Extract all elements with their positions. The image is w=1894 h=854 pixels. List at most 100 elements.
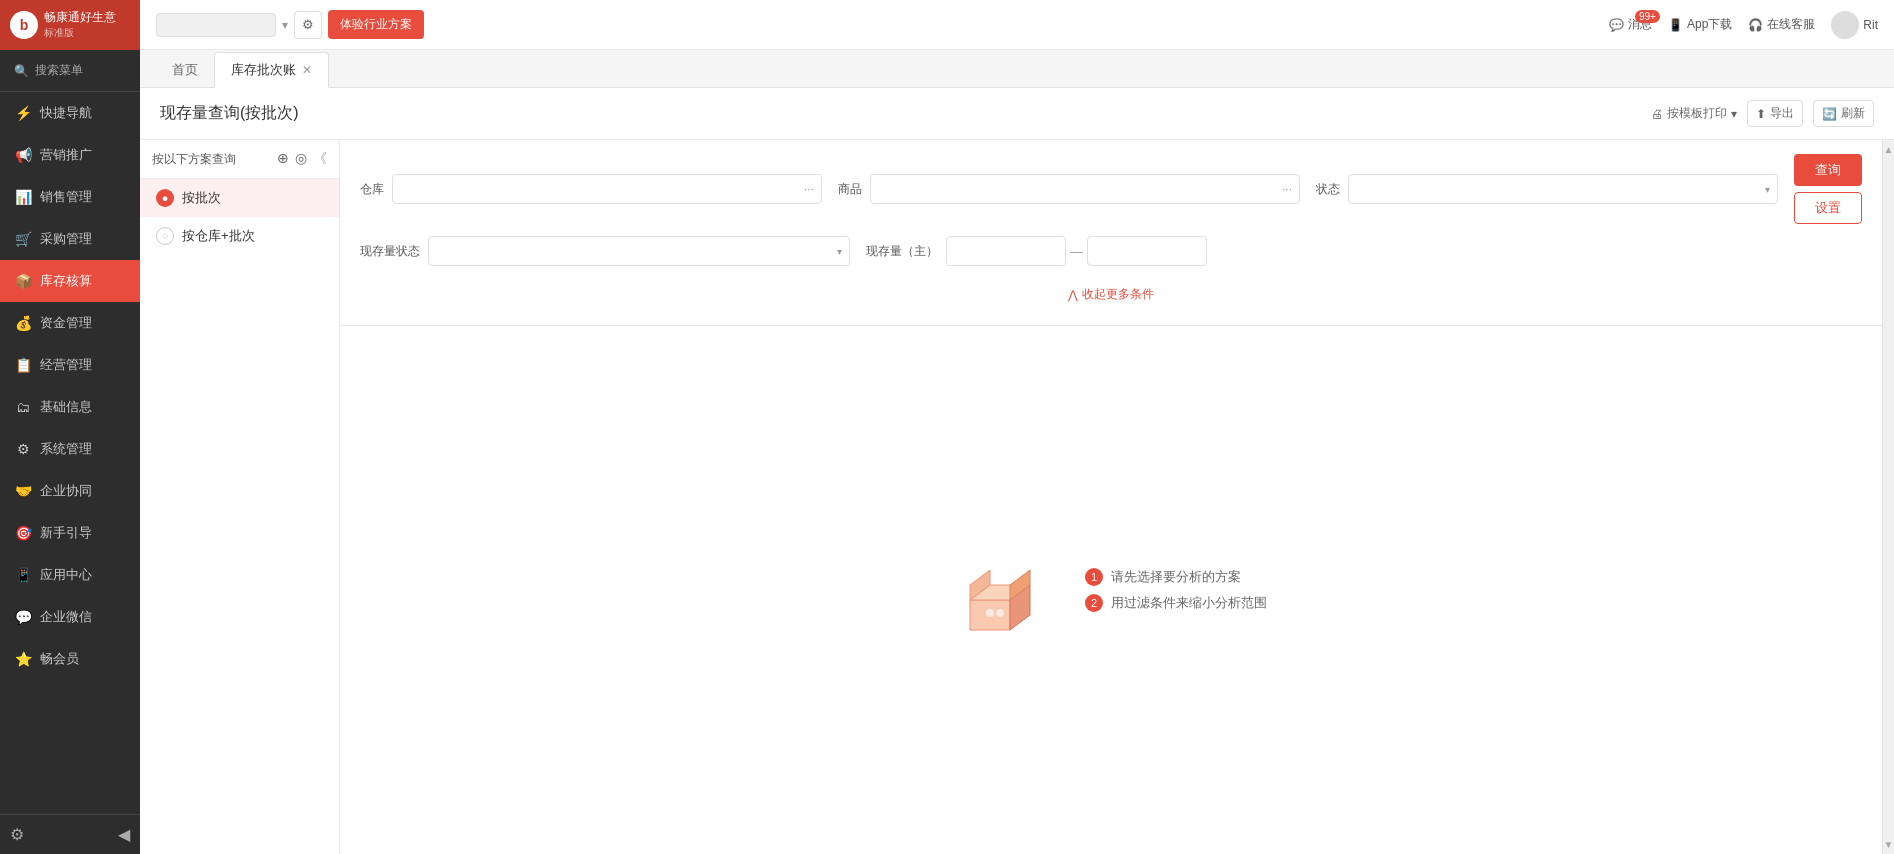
collapse-label: 收起更多条件 [1082, 286, 1154, 303]
sidebar-item-system[interactable]: ⚙ 系统管理 [0, 428, 140, 470]
add-scheme-icon[interactable]: ⊕ [277, 150, 289, 168]
collapse-up-icon: ⋀ [1068, 288, 1078, 302]
filter-area: 仓库 ··· 商品 ··· 状态 [340, 140, 1882, 326]
status-label: 状态 [1316, 181, 1340, 198]
right-scrollbar: ▲ ▼ [1882, 140, 1894, 854]
export-label: 导出 [1770, 105, 1794, 122]
scheme-batch-label: 按批次 [182, 189, 221, 207]
scheme-warehouse-batch[interactable]: ○ 按仓库+批次 [140, 217, 339, 255]
menu-label-guide: 新手引导 [40, 524, 92, 542]
gear-button[interactable]: ⚙ [294, 11, 322, 39]
breadcrumb-arrow-icon: ▾ [282, 18, 288, 32]
sidebar-menu: ⚡ 快捷导航 📢 营销推广 📊 销售管理 🛒 采购管理 📦 库存核算 💰 资金管… [0, 92, 140, 814]
scheme-warehouse-batch-icon: ○ [156, 227, 174, 245]
tip-text-2: 用过滤条件来缩小分析范围 [1111, 594, 1267, 612]
menu-label-sales: 销售管理 [40, 188, 92, 206]
tip-text-1: 请先选择要分析的方案 [1111, 568, 1241, 586]
product-more-icon[interactable]: ··· [1282, 182, 1292, 196]
settings-icon[interactable]: ⚙ [10, 825, 24, 844]
tab-home[interactable]: 首页 [156, 53, 214, 87]
menu-label-inventory: 库存核算 [40, 272, 92, 290]
status-dropdown-arrow-icon: ▾ [1765, 184, 1770, 195]
action-buttons: 查询 设置 [1794, 154, 1862, 224]
sidebar: b 畅康通好生意 标准版 🔍 搜索菜单 ⚡ 快捷导航 📢 营销推广 📊 销售管理… [0, 0, 140, 854]
inventory-status-dropdown-wrap: ▾ [428, 236, 850, 266]
query-btn[interactable]: 查询 [1794, 154, 1862, 186]
collapse-more-btn[interactable]: ⋀ 收起更多条件 [360, 278, 1862, 311]
scheme-batch[interactable]: ● 按批次 [140, 179, 339, 217]
sidebar-item-purchase[interactable]: 🛒 采购管理 [0, 218, 140, 260]
inventory-quantity-min-input[interactable] [946, 236, 1066, 266]
inventory-quantity-group: 现存量（主） — [866, 236, 1356, 266]
menu-icon-inventory: 📦 [14, 272, 32, 290]
inventory-status-dropdown[interactable] [428, 236, 850, 266]
product-input[interactable] [870, 174, 1300, 204]
scroll-down-icon[interactable]: ▼ [1880, 835, 1894, 854]
menu-label-apps: 应用中心 [40, 566, 92, 584]
gear-icon: ⚙ [302, 17, 314, 32]
sidebar-item-basic[interactable]: 🗂 基础信息 [0, 386, 140, 428]
page-title: 现存量查询(按批次) [160, 103, 299, 124]
search-icon: 🔍 [14, 64, 29, 78]
page-header-actions: 🖨 按模板打印 ▾ ⬆ 导出 🔄 刷新 [1651, 100, 1874, 127]
menu-icon-purchase: 🛒 [14, 230, 32, 248]
collapse-sidebar-icon[interactable]: ◀ [118, 825, 130, 844]
left-panel-header: 按以下方案查询 ⊕ ◎ 《 [140, 140, 339, 179]
sidebar-item-collab[interactable]: 🤝 企业协同 [0, 470, 140, 512]
message-btn[interactable]: 💬 消息 99+ [1609, 16, 1652, 33]
user-area[interactable]: Rit [1831, 11, 1878, 39]
tab-inventory-batch[interactable]: 库存批次账 ✕ [214, 52, 329, 88]
sidebar-item-wechat[interactable]: 💬 企业微信 [0, 596, 140, 638]
message-badge: 99+ [1635, 10, 1660, 23]
sidebar-item-marketing[interactable]: 📢 营销推广 [0, 134, 140, 176]
tab-inventory-batch-label: 库存批次账 [231, 61, 296, 79]
collapse-left-icon[interactable]: 《 [313, 150, 327, 168]
sidebar-item-shortcut[interactable]: ⚡ 快捷导航 [0, 92, 140, 134]
breadcrumb: ▾ ⚙ 体验行业方案 [156, 10, 1599, 39]
search-menu-btn[interactable]: 🔍 搜索菜单 [10, 58, 130, 83]
topbar: ▾ ⚙ 体验行业方案 💬 消息 99+ 📱 App下载 🎧 在线客服 Ri [140, 0, 1894, 50]
menu-icon-shortcut: ⚡ [14, 104, 32, 122]
inventory-status-label: 现存量状态 [360, 243, 420, 260]
empty-tip-1: 1 请先选择要分析的方案 [1085, 568, 1267, 586]
menu-icon-wechat: 💬 [14, 608, 32, 626]
setting-btn[interactable]: 设置 [1794, 192, 1862, 224]
print-dropdown-icon[interactable]: ▾ [1731, 107, 1737, 121]
sidebar-item-member[interactable]: ⭐ 畅会员 [0, 638, 140, 680]
sidebar-item-apps[interactable]: 📱 应用中心 [0, 554, 140, 596]
refresh-label: 刷新 [1841, 105, 1865, 122]
sidebar-item-guide[interactable]: 🎯 新手引导 [0, 512, 140, 554]
inventory-quantity-max-input[interactable] [1087, 236, 1207, 266]
refresh-btn[interactable]: 🔄 刷新 [1813, 100, 1874, 127]
app-download-btn[interactable]: 📱 App下载 [1668, 16, 1732, 33]
topbar-right: 💬 消息 99+ 📱 App下载 🎧 在线客服 Rit [1609, 11, 1878, 39]
breadcrumb-input[interactable] [156, 13, 276, 37]
status-dropdown[interactable] [1348, 174, 1778, 204]
online-service-btn[interactable]: 🎧 在线客服 [1748, 16, 1815, 33]
sidebar-item-sales[interactable]: 📊 销售管理 [0, 176, 140, 218]
menu-label-marketing: 营销推广 [40, 146, 92, 164]
warehouse-input[interactable] [392, 174, 822, 204]
print-btn[interactable]: 🖨 按模板打印 ▾ [1651, 105, 1737, 122]
menu-label-wechat: 企业微信 [40, 608, 92, 626]
scroll-up-icon[interactable]: ▲ [1880, 140, 1894, 159]
search-menu-label: 搜索菜单 [35, 62, 83, 79]
empty-content: 1 请先选择要分析的方案 2 用过滤条件来缩小分析范围 [955, 540, 1267, 640]
empty-tips: 1 请先选择要分析的方案 2 用过滤条件来缩小分析范围 [1085, 568, 1267, 612]
menu-label-shortcut: 快捷导航 [40, 104, 92, 122]
sidebar-search-area[interactable]: 🔍 搜索菜单 [0, 50, 140, 92]
sidebar-item-operation[interactable]: 📋 经营管理 [0, 344, 140, 386]
warehouse-label: 仓库 [360, 181, 384, 198]
scheme-settings-icon[interactable]: ◎ [295, 150, 307, 168]
sidebar-item-inventory[interactable]: 📦 库存核算 [0, 260, 140, 302]
product-input-wrap: ··· [870, 174, 1300, 204]
sidebar-item-finance[interactable]: 💰 资金管理 [0, 302, 140, 344]
tab-close-icon[interactable]: ✕ [302, 64, 312, 76]
menu-icon-collab: 🤝 [14, 482, 32, 500]
sidebar-footer: ⚙ ◀ [0, 814, 140, 854]
user-name: Rit [1863, 18, 1878, 32]
export-btn[interactable]: ⬆ 导出 [1747, 100, 1803, 127]
warehouse-more-icon[interactable]: ··· [804, 182, 814, 196]
experience-btn[interactable]: 体验行业方案 [328, 10, 424, 39]
menu-label-purchase: 采购管理 [40, 230, 92, 248]
